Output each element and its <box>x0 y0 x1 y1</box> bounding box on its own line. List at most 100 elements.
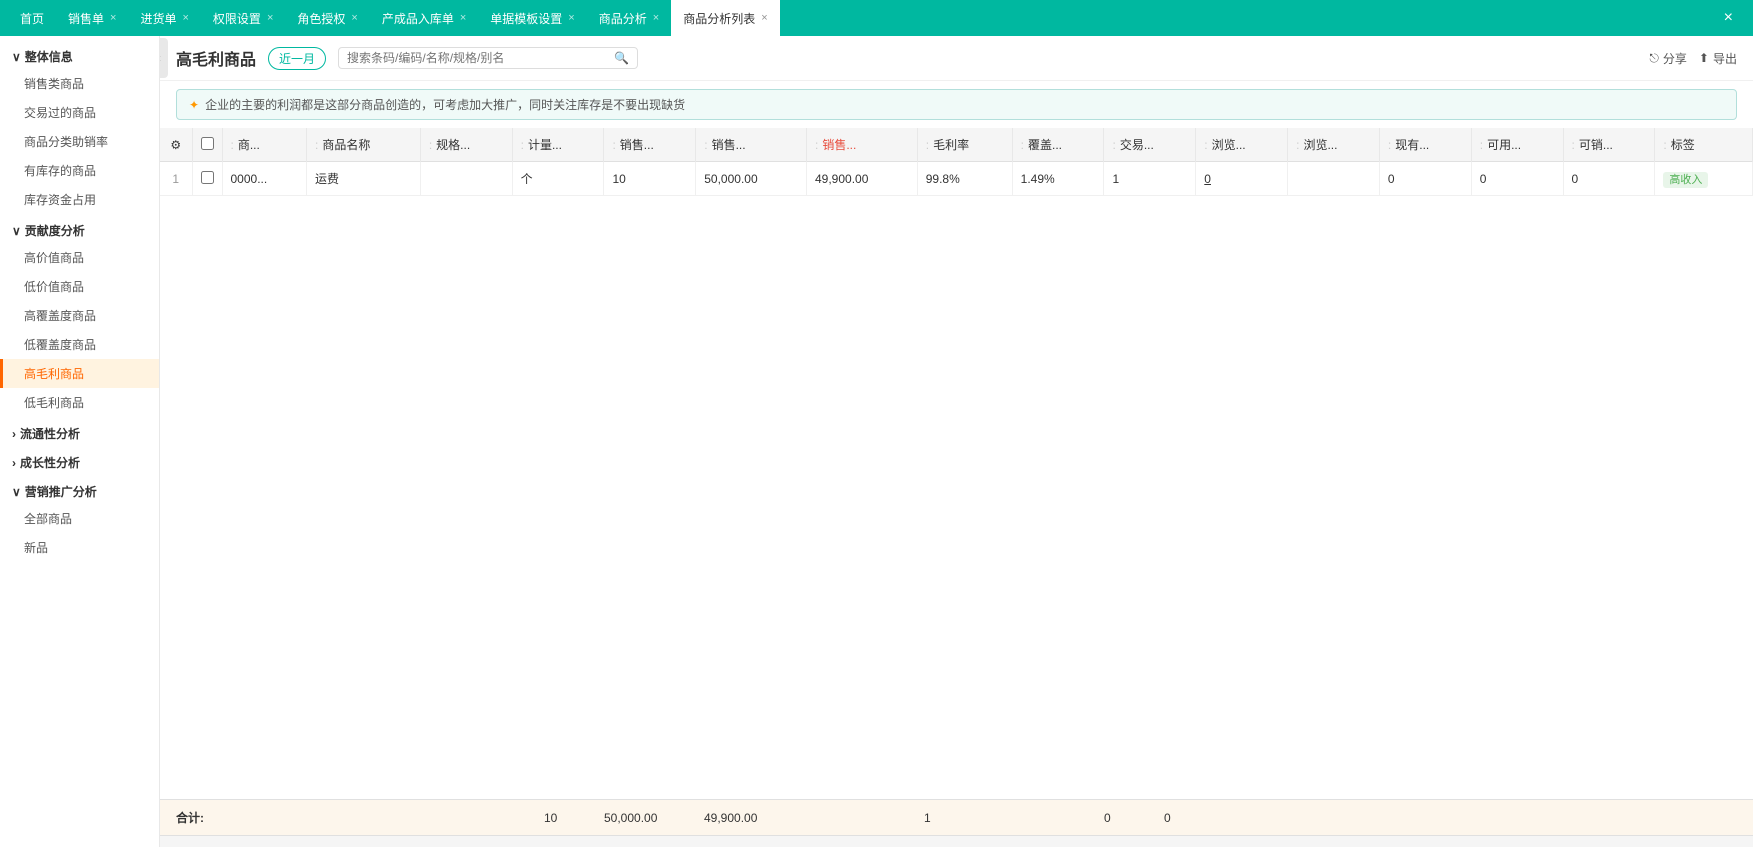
table-row: 1 0000... 运费 个 10 50,000.00 49,900.00 99… <box>160 162 1753 196</box>
sidebar-item-high-value[interactable]: 高价值商品 <box>0 243 159 272</box>
nav-item-permissions[interactable]: 权限设置 × <box>201 0 285 36</box>
sidebar-item-low-value[interactable]: 低价值商品 <box>0 272 159 301</box>
col-gross-margin[interactable]: :毛利率 <box>917 128 1012 162</box>
time-filter-button[interactable]: 近一月 <box>268 47 326 70</box>
footer-available-stock: 0 <box>1156 811 1216 825</box>
sidebar-collapse-button[interactable]: « <box>160 38 168 78</box>
close-purchase-tab[interactable]: × <box>182 12 188 24</box>
select-all-checkbox[interactable] <box>201 137 214 150</box>
sidebar-item-traded-goods[interactable]: 交易过的商品 <box>0 98 159 127</box>
close-sales-tab[interactable]: × <box>110 12 116 24</box>
col-sales-qty[interactable]: :销售... <box>604 128 696 162</box>
data-table-container: ⚙ :商... :商品名称 :规格... :计量... :销售... :销售..… <box>160 128 1753 799</box>
sidebar-item-stock-capital[interactable]: 库存资金占用 <box>0 185 159 214</box>
cell-current-stock: 0 <box>1379 162 1471 196</box>
nav-item-sales[interactable]: 销售单 × <box>56 0 128 36</box>
close-analysis-tab[interactable]: × <box>653 12 659 24</box>
col-unit[interactable]: :计量... <box>512 128 604 162</box>
sidebar-group-liquidity[interactable]: › 流通性分析 <box>0 417 159 446</box>
export-icon: ⬆ <box>1699 51 1709 65</box>
footer-empty-8 <box>1036 811 1096 825</box>
info-banner-text: 企业的主要的利润都是这部分商品创造的，可考虑加大推广，同时关注库存是不要出现缺货 <box>205 96 685 113</box>
nav-item-template[interactable]: 单据模板设置 × <box>478 0 586 36</box>
bottom-scrollbar[interactable] <box>160 835 1753 847</box>
search-box: 🔍 <box>338 47 638 69</box>
sidebar-item-low-margin[interactable]: 低毛利商品 <box>0 388 159 417</box>
sidebar-item-high-margin[interactable]: 高毛利商品 <box>0 359 159 388</box>
cell-view1[interactable]: 0 <box>1196 162 1288 196</box>
cell-coverage: 1.49% <box>1012 162 1104 196</box>
sidebar-group-contribution[interactable]: ∨ 贡献度分析 <box>0 214 159 243</box>
nav-item-analysis-list[interactable]: 商品分析列表 × <box>671 0 779 36</box>
search-input[interactable] <box>347 51 608 65</box>
content-area: « 高毛利商品 近一月 🔍 ⎋ 分享 ⬆ 导出 ✦ 企业的主要的利润都是这部 <box>160 36 1753 847</box>
close-all-button[interactable]: × <box>1712 0 1745 36</box>
export-button[interactable]: ⬆ 导出 <box>1699 50 1737 67</box>
cell-sales-profit: 49,900.00 <box>806 162 917 196</box>
chevron-down-icon: ∨ <box>12 50 21 64</box>
cell-tag: 高收入 <box>1655 162 1753 196</box>
cell-sellable-stock: 0 <box>1563 162 1655 196</box>
cell-index: 1 <box>160 162 192 196</box>
col-available-stock[interactable]: :可用... <box>1471 128 1563 162</box>
footer-empty-7 <box>976 811 1036 825</box>
row-checkbox[interactable] <box>201 171 214 184</box>
cell-sales-qty: 10 <box>604 162 696 196</box>
cell-checkbox <box>192 162 222 196</box>
col-sales-amount[interactable]: :销售... <box>696 128 807 162</box>
info-banner: ✦ 企业的主要的利润都是这部分商品创造的，可考虑加大推广，同时关注库存是不要出现… <box>176 89 1737 120</box>
col-current-stock[interactable]: :现有... <box>1379 128 1471 162</box>
nav-item-home[interactable]: 首页 <box>8 0 56 36</box>
col-tag[interactable]: :标签 <box>1655 128 1753 162</box>
cell-spec <box>420 162 512 196</box>
close-roles-tab[interactable]: × <box>351 12 357 24</box>
nav-item-inbound[interactable]: 产成品入库单 × <box>370 0 478 36</box>
data-table: ⚙ :商... :商品名称 :规格... :计量... :销售... :销售..… <box>160 128 1753 196</box>
close-permissions-tab[interactable]: × <box>267 12 273 24</box>
info-icon: ✦ <box>189 98 199 112</box>
sidebar-item-sales-goods[interactable]: 销售类商品 <box>0 69 159 98</box>
col-spec[interactable]: :规格... <box>420 128 512 162</box>
col-view1[interactable]: :浏览... <box>1196 128 1288 162</box>
footer-empty-4 <box>476 811 536 825</box>
sidebar-item-high-coverage[interactable]: 高覆盖度商品 <box>0 301 159 330</box>
share-icon: ⎋ <box>1649 51 1659 66</box>
col-name[interactable]: :商品名称 <box>306 128 420 162</box>
col-settings[interactable]: ⚙ <box>160 128 192 162</box>
footer-trade: 1 <box>916 811 976 825</box>
nav-item-purchase[interactable]: 进货单 × <box>128 0 200 36</box>
sidebar-group-marketing[interactable]: ∨ 营销推广分析 <box>0 475 159 504</box>
sidebar-item-in-stock[interactable]: 有库存的商品 <box>0 156 159 185</box>
tag-badge: 高收入 <box>1663 172 1708 188</box>
sidebar-item-category-rate[interactable]: 商品分类助销率 <box>0 127 159 156</box>
sidebar-group-growth[interactable]: › 成长性分析 <box>0 446 159 475</box>
col-trade[interactable]: :交易... <box>1104 128 1196 162</box>
sidebar-group-overall[interactable]: ∨ 整体信息 <box>0 40 159 69</box>
col-sellable-stock[interactable]: :可销... <box>1563 128 1655 162</box>
close-template-tab[interactable]: × <box>568 12 574 24</box>
settings-icon[interactable]: ⚙ <box>170 138 181 152</box>
col-coverage[interactable]: :覆盖... <box>1012 128 1104 162</box>
search-icon[interactable]: 🔍 <box>614 51 629 65</box>
col-view2[interactable]: :浏览... <box>1288 128 1380 162</box>
sidebar-item-new-goods[interactable]: 新品 <box>0 533 159 562</box>
footer-sales-qty: 10 <box>536 811 596 825</box>
close-inbound-tab[interactable]: × <box>460 12 466 24</box>
header-actions: ⎋ 分享 ⬆ 导出 <box>1649 50 1737 67</box>
chevron-right-icon-2: › <box>12 456 16 470</box>
table-header-row: ⚙ :商... :商品名称 :规格... :计量... :销售... :销售..… <box>160 128 1753 162</box>
cell-trade: 1 <box>1104 162 1196 196</box>
sidebar-item-low-coverage[interactable]: 低覆盖度商品 <box>0 330 159 359</box>
nav-item-roles[interactable]: 角色授权 × <box>285 0 369 36</box>
close-analysis-list-tab[interactable]: × <box>761 12 767 24</box>
cell-gross-margin: 99.8% <box>917 162 1012 196</box>
footer-total: 合计: 10 50,000.00 49,900.00 1 0 0 <box>160 799 1753 835</box>
footer-sales-profit: 49,900.00 <box>696 811 796 825</box>
cell-sales-amount: 50,000.00 <box>696 162 807 196</box>
nav-item-analysis[interactable]: 商品分析 × <box>587 0 671 36</box>
col-checkbox <box>192 128 222 162</box>
col-sales-profit[interactable]: :销售... <box>806 128 917 162</box>
sidebar-item-all-goods[interactable]: 全部商品 <box>0 504 159 533</box>
col-code[interactable]: :商... <box>222 128 306 162</box>
share-button[interactable]: ⎋ 分享 <box>1649 50 1687 67</box>
